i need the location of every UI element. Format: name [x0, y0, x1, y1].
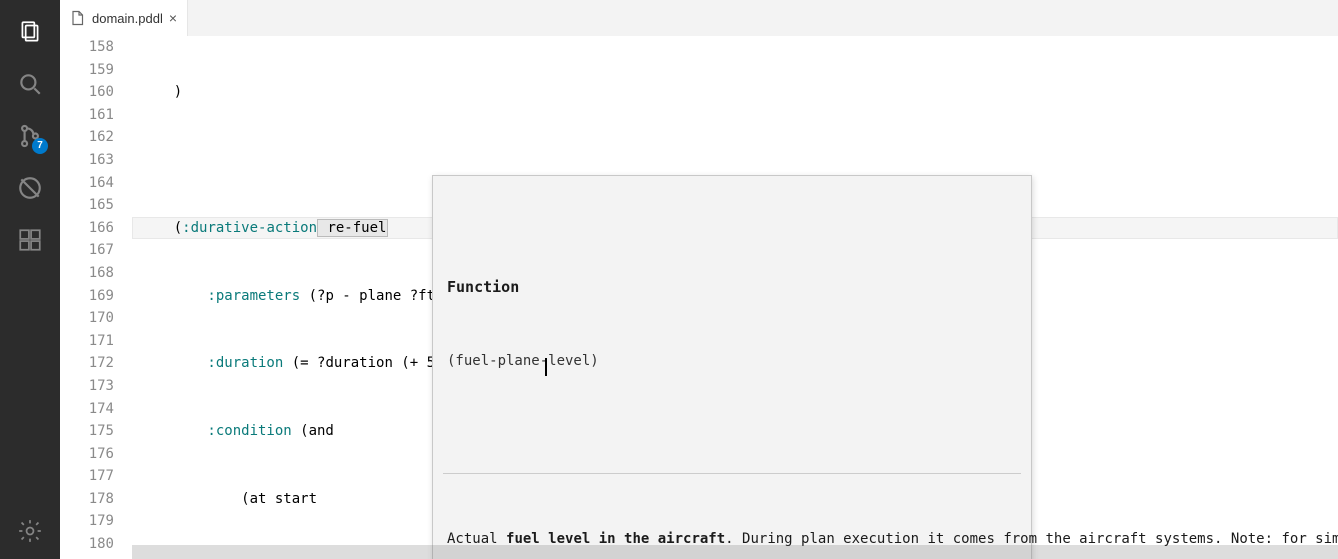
divider [443, 473, 1021, 474]
explorer-icon[interactable] [6, 8, 54, 56]
line-gutter: 158 159 160 161 162 163 164 165 166 167 … [60, 36, 132, 559]
line-number: 172 [60, 352, 132, 375]
line-number: 174 [60, 398, 132, 421]
code-text: (and [292, 423, 334, 439]
code-keyword: :parameters [140, 288, 300, 304]
close-icon[interactable]: × [169, 10, 177, 26]
line-number: 167 [60, 239, 132, 262]
debug-icon[interactable] [6, 164, 54, 212]
activity-bar: 7 [0, 0, 60, 559]
line-number: 171 [60, 330, 132, 353]
file-icon [70, 10, 86, 26]
gear-icon[interactable] [6, 507, 54, 555]
line-number: 176 [60, 443, 132, 466]
code-text: ) [140, 84, 182, 100]
line-number: 158 [60, 36, 132, 59]
line-number: 160 [60, 81, 132, 104]
code-area[interactable]: ) (:durative-action re-fuel :parameters … [132, 36, 1338, 559]
tab-filename: domain.pddl [92, 11, 163, 26]
line-number: 162 [60, 126, 132, 149]
horizontal-scrollbar[interactable] [132, 545, 1338, 559]
line-number: 175 [60, 420, 132, 443]
hover-signature: (fuel-plane-level) [447, 350, 1017, 373]
line-number: 159 [60, 59, 132, 82]
line-number: 180 [60, 533, 132, 556]
editor-main: domain.pddl × 158 159 160 161 162 163 16… [60, 0, 1338, 559]
code-text: (at start [140, 491, 325, 507]
hover-widget: Function (fuel-plane-level) Actual fuel … [432, 175, 1032, 559]
code-keyword: :duration [140, 355, 283, 371]
tab-domain-pddl[interactable]: domain.pddl × [60, 0, 188, 36]
line-number: 178 [60, 488, 132, 511]
code-text: re-fuel [317, 219, 388, 237]
code-keyword: :condition [140, 423, 292, 439]
source-control-badge: 7 [32, 138, 48, 154]
line-number: 164 [60, 172, 132, 195]
line-number: 177 [60, 465, 132, 488]
code-text: ( [140, 220, 182, 236]
extensions-icon[interactable] [6, 216, 54, 264]
line-number: 179 [60, 510, 132, 533]
editor[interactable]: 158 159 160 161 162 163 164 165 166 167 … [60, 36, 1338, 559]
line-number: 165 [60, 194, 132, 217]
text-cursor-icon [545, 358, 547, 376]
line-number: 169 [60, 285, 132, 308]
tab-bar: domain.pddl × [60, 0, 1338, 36]
hover-title: Function [447, 276, 1017, 299]
line-number: 161 [60, 104, 132, 127]
line-number: 166 [60, 217, 132, 240]
source-control-icon[interactable]: 7 [6, 112, 54, 160]
line-number: 170 [60, 307, 132, 330]
code-keyword: :durative-action [182, 220, 317, 236]
line-number: 173 [60, 375, 132, 398]
line-number: 168 [60, 262, 132, 285]
line-number: 163 [60, 149, 132, 172]
search-icon[interactable] [6, 60, 54, 108]
